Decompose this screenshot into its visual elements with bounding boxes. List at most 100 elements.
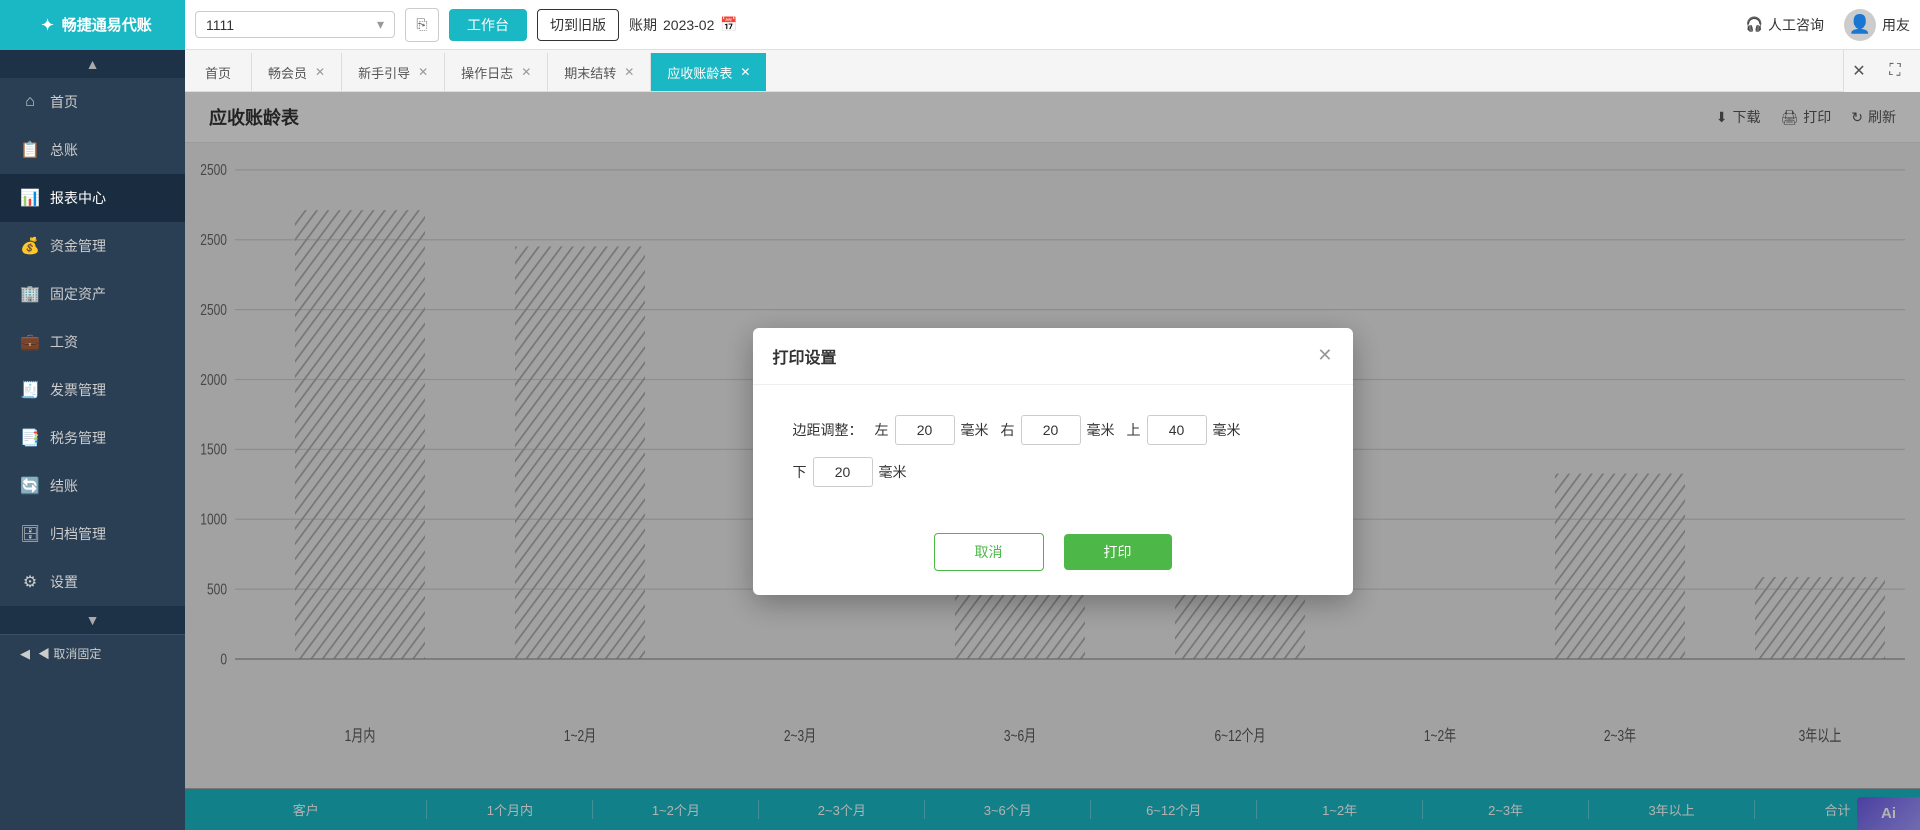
tab-close-member[interactable]: ✕ bbox=[315, 65, 325, 79]
margin-right-unit: 毫米 bbox=[1087, 420, 1115, 440]
sidebar-item-fixed-assets[interactable]: 🏢 固定资产 bbox=[0, 270, 185, 318]
modal-overlay: 打印设置 ✕ 边距调整： 左 毫米 bbox=[185, 92, 1920, 830]
sidebar-item-report-center[interactable]: 📊 报表中心 bbox=[0, 174, 185, 222]
sidebar-item-salary[interactable]: 💼 工资 bbox=[0, 318, 185, 366]
margin-top-label: 上 bbox=[1127, 420, 1141, 440]
tab-close-operation-log[interactable]: ✕ bbox=[521, 65, 531, 79]
user-area[interactable]: 👤 用友 bbox=[1844, 9, 1910, 41]
sidebar-label-general-ledger: 总账 bbox=[50, 140, 78, 160]
sidebar-item-invoice-mgmt[interactable]: 🧾 发票管理 bbox=[0, 366, 185, 414]
switch-old-button[interactable]: 切到旧版 bbox=[537, 9, 619, 41]
maximize-icon: ⛶ bbox=[1889, 62, 1900, 80]
print-settings-modal: 打印设置 ✕ 边距调整： 左 毫米 bbox=[753, 328, 1353, 595]
tab-label-ar-aging: 应收账龄表 bbox=[667, 63, 732, 82]
consult-button[interactable]: 🎧 人工咨询 bbox=[1746, 15, 1824, 35]
scroll-up-button[interactable]: ▲ bbox=[0, 50, 185, 78]
margin-bottom-input[interactable] bbox=[813, 457, 873, 487]
tab-label-period-end: 期末结转 bbox=[564, 63, 616, 82]
sidebar-label-fund-mgmt: 资金管理 bbox=[50, 236, 106, 256]
invoice-icon: 🧾 bbox=[20, 380, 40, 400]
sidebar-label-salary: 工资 bbox=[50, 332, 78, 352]
sidebar-label-home: 首页 bbox=[50, 92, 78, 112]
margin-bottom-label: 下 bbox=[793, 462, 807, 482]
sidebar-item-fund-mgmt[interactable]: 💰 资金管理 bbox=[0, 222, 185, 270]
company-select[interactable]: 1111 ▾ bbox=[195, 11, 395, 38]
copy-icon: ⎘ bbox=[416, 16, 427, 33]
maximize-button[interactable]: ⛶ bbox=[1880, 56, 1910, 86]
tab-period-end[interactable]: 期末结转 ✕ bbox=[548, 53, 651, 91]
tab-guide[interactable]: 新手引导 ✕ bbox=[342, 53, 445, 91]
tax-icon: 📑 bbox=[20, 428, 40, 448]
user-label: 用友 bbox=[1882, 15, 1910, 35]
confirm-print-button[interactable]: 打印 bbox=[1064, 534, 1172, 570]
tab-ar-aging[interactable]: 应收账龄表 ✕ bbox=[651, 53, 766, 91]
close-icon: ✕ bbox=[1852, 61, 1865, 81]
sidebar-item-home[interactable]: ⌂ 首页 bbox=[0, 78, 185, 126]
workbench-button[interactable]: 工作台 bbox=[449, 9, 527, 41]
avatar: 👤 bbox=[1844, 9, 1876, 41]
margin-top-group: 上 毫米 bbox=[1127, 415, 1241, 445]
tab-close-ar-aging[interactable]: ✕ bbox=[740, 65, 750, 79]
tab-member[interactable]: 畅会员 ✕ bbox=[252, 53, 342, 91]
ledger-icon: 📋 bbox=[20, 140, 40, 160]
modal-footer: 取消 打印 bbox=[753, 517, 1353, 595]
consult-label: 人工咨询 bbox=[1768, 15, 1824, 35]
settings-icon: ⚙ bbox=[20, 572, 40, 592]
tab-label-guide: 新手引导 bbox=[358, 63, 410, 82]
tab-operation-log[interactable]: 操作日志 ✕ bbox=[445, 53, 548, 91]
tab-right-icons: ✕ ⛶ bbox=[1843, 50, 1920, 92]
margin-top-unit: 毫米 bbox=[1213, 420, 1241, 440]
sidebar-label-tax-mgmt: 税务管理 bbox=[50, 428, 106, 448]
margin-right-input[interactable] bbox=[1021, 415, 1081, 445]
margin-bottom-unit: 毫米 bbox=[879, 462, 907, 482]
period-value: 2023-02 bbox=[663, 17, 714, 33]
company-name: 1111 bbox=[206, 17, 369, 33]
margin-left-label: 左 bbox=[875, 420, 889, 440]
tab-close-period-end[interactable]: ✕ bbox=[624, 65, 634, 79]
margin-left-unit: 毫米 bbox=[961, 420, 989, 440]
tab-close-guide[interactable]: ✕ bbox=[418, 65, 428, 79]
headset-icon: 🎧 bbox=[1746, 16, 1763, 33]
margin-left-group: 左 毫米 bbox=[875, 415, 989, 445]
page-content: 应收账龄表 ⬇ 下载 🖨 打印 ↻ 刷新 bbox=[185, 92, 1920, 830]
sidebar-item-tax-mgmt[interactable]: 📑 税务管理 bbox=[0, 414, 185, 462]
sidebar-label-fixed-assets: 固定资产 bbox=[50, 284, 106, 304]
sidebar-label-archive-mgmt: 归档管理 bbox=[50, 524, 106, 544]
header-right: 🎧 人工咨询 👤 用友 bbox=[1746, 9, 1910, 41]
margin-right-group: 右 毫米 bbox=[1001, 415, 1115, 445]
cancel-button[interactable]: 取消 bbox=[934, 533, 1044, 571]
sidebar-item-general-ledger[interactable]: 📋 总账 bbox=[0, 126, 185, 174]
modal-header: 打印设置 ✕ bbox=[753, 328, 1353, 385]
modal-close-button[interactable]: ✕ bbox=[1317, 345, 1332, 366]
settlement-icon: 🔄 bbox=[20, 476, 40, 496]
tab-label-home: 首页 bbox=[205, 63, 231, 82]
calendar-icon[interactable]: 📅 bbox=[720, 16, 737, 33]
sidebar-item-archive-mgmt[interactable]: 🗄 归档管理 bbox=[0, 510, 185, 558]
assets-icon: 🏢 bbox=[20, 284, 40, 304]
close-window-button[interactable]: ✕ bbox=[1844, 56, 1874, 86]
tab-home[interactable]: 首页 bbox=[185, 53, 252, 91]
chevron-down-icon: ▾ bbox=[377, 16, 384, 33]
sidebar-label-report-center: 报表中心 bbox=[50, 188, 106, 208]
sidebar-item-settings[interactable]: ⚙ 设置 bbox=[0, 558, 185, 606]
content-area: 首页 畅会员 ✕ 新手引导 ✕ 操作日志 ✕ 期末结转 ✕ 应收账龄表 ✕ bbox=[185, 50, 1920, 830]
report-icon: 📊 bbox=[20, 188, 40, 208]
fund-icon: 💰 bbox=[20, 236, 40, 256]
collapse-label: ◀ 取消固定 bbox=[38, 645, 101, 662]
main-layout: ▲ ⌂ 首页 📋 总账 📊 报表中心 💰 资金管理 🏢 固定资产 💼 工资 🧾 … bbox=[0, 50, 1920, 830]
margin-left-input[interactable] bbox=[895, 415, 955, 445]
modal-title: 打印设置 bbox=[773, 344, 837, 368]
tab-bar: 首页 畅会员 ✕ 新手引导 ✕ 操作日志 ✕ 期末结转 ✕ 应收账龄表 ✕ bbox=[185, 50, 1920, 92]
scroll-down-button[interactable]: ▼ bbox=[0, 606, 185, 634]
margin-top-input[interactable] bbox=[1147, 415, 1207, 445]
archive-icon: 🗄 bbox=[20, 524, 40, 544]
sidebar-item-settlement[interactable]: 🔄 结账 bbox=[0, 462, 185, 510]
tab-label-member: 畅会员 bbox=[268, 63, 307, 82]
copy-button[interactable]: ⎘ bbox=[405, 8, 439, 42]
sidebar-collapse-button[interactable]: ◀ ◀ 取消固定 bbox=[0, 634, 185, 672]
period-area: 账期 2023-02 📅 bbox=[629, 15, 738, 35]
top-header: ✦ 畅捷通易代账 1111 ▾ ⎘ 工作台 切到旧版 账期 2023-02 📅 … bbox=[0, 0, 1920, 50]
sidebar: ▲ ⌂ 首页 📋 总账 📊 报表中心 💰 资金管理 🏢 固定资产 💼 工资 🧾 … bbox=[0, 50, 185, 830]
modal-body: 边距调整： 左 毫米 右 毫米 bbox=[753, 385, 1353, 517]
margin-label: 边距调整： bbox=[793, 420, 863, 440]
